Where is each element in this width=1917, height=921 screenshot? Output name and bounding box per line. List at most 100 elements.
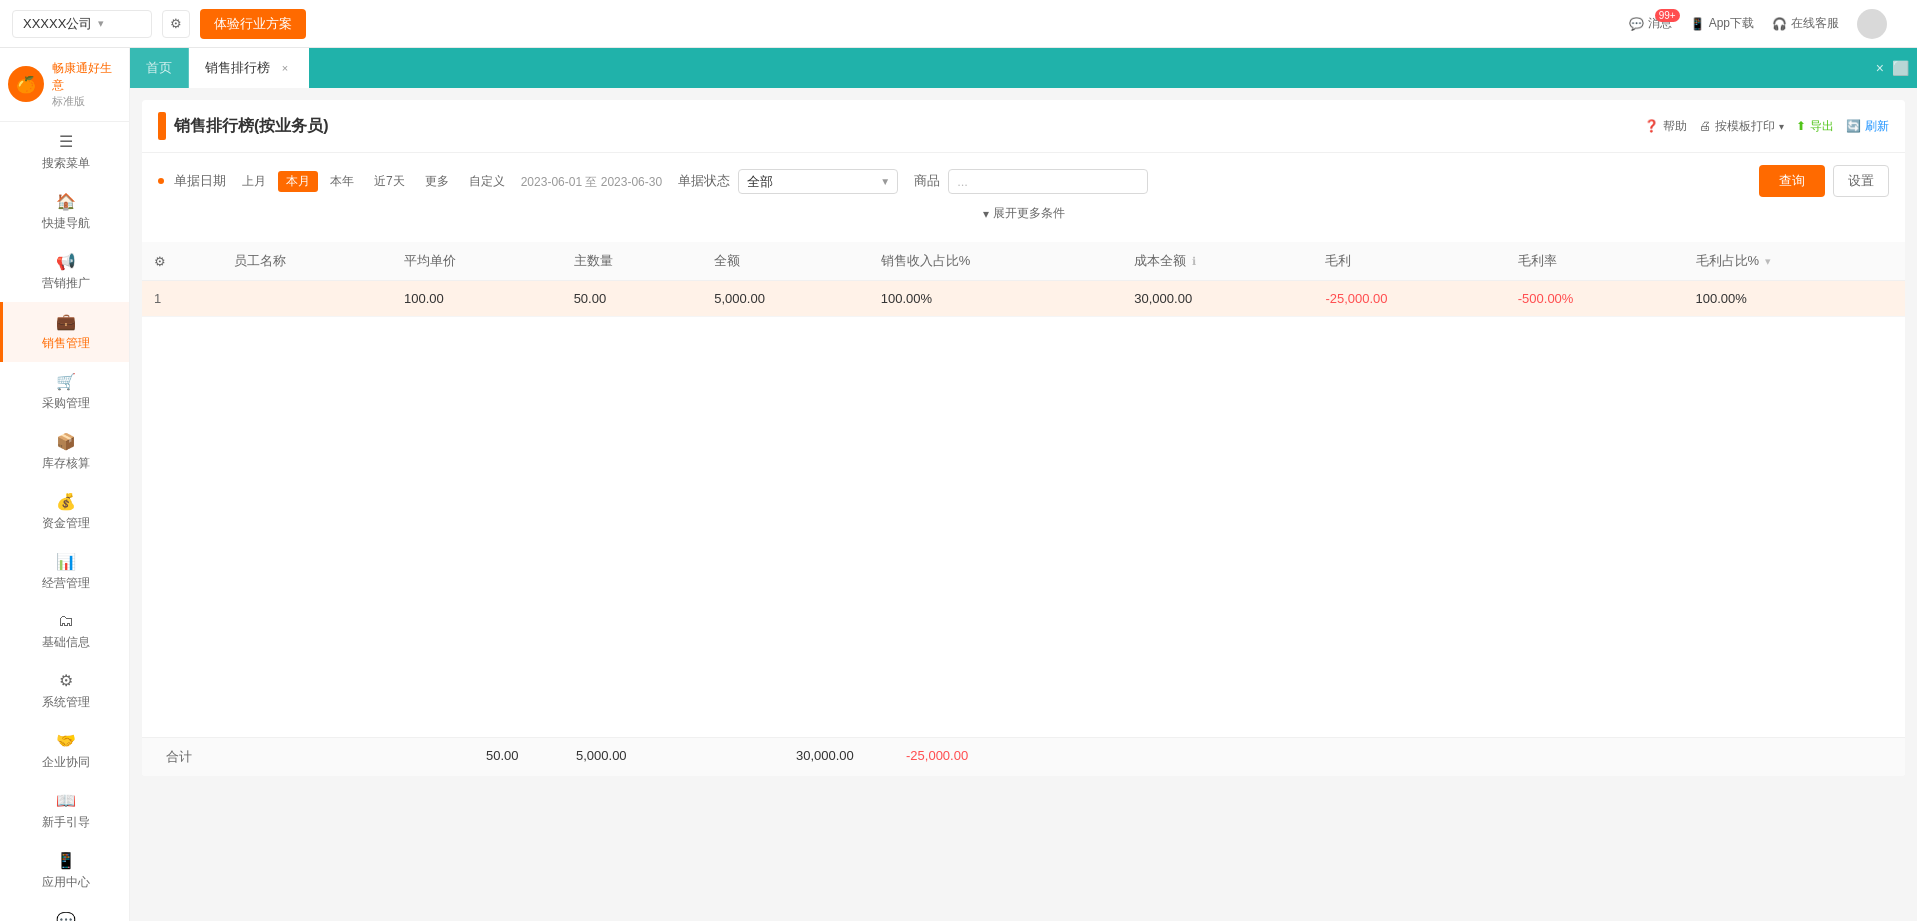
date-filter: 单据日期 上月 本月 本年 近7天 更多 自定义 xyxy=(158,171,662,192)
tab-active-label: 销售排行榜 xyxy=(205,59,270,77)
sidebar-item-label: 新手引导 xyxy=(42,814,90,831)
date-opt-custom[interactable]: 自定义 xyxy=(461,171,513,192)
sidebar-item-collab[interactable]: 🤝 企业协同 xyxy=(0,721,129,781)
collab-icon: 🤝 xyxy=(56,731,76,750)
sidebar-item-guide[interactable]: 📖 新手引导 xyxy=(0,781,129,841)
wechat-icon: 💬 xyxy=(56,911,76,921)
footer-cost: 30,000.00 xyxy=(796,748,854,763)
empty-area xyxy=(142,317,1905,737)
top-bar: XXXXX公司 ▾ ⚙ 体验行业方案 💬 消息 99+ 📱 App下载 🎧 在线… xyxy=(0,0,1917,48)
cell-gross-pct: 100.00% xyxy=(1684,281,1905,317)
help-button[interactable]: ❓ 帮助 xyxy=(1644,118,1687,135)
sidebar-item-label: 快捷导航 xyxy=(42,215,90,232)
online-service-btn[interactable]: 🎧 在线客服 xyxy=(1772,15,1839,32)
table-header: ⚙ 员工名称 平均单价 主数量 全额 销售收入占比% 成本全额 ℹ 毛利 毛利率 xyxy=(142,242,1905,281)
message-icon: 💬 xyxy=(1629,17,1644,31)
company-selector[interactable]: XXXXX公司 ▾ xyxy=(12,10,152,38)
footer-avg-price-cell xyxy=(374,748,474,766)
company-name: XXXXX公司 xyxy=(23,15,92,33)
refresh-icon: 🔄 xyxy=(1846,119,1861,133)
action-buttons: 查询 设置 xyxy=(1759,165,1889,197)
date-opt-current-month[interactable]: 本月 xyxy=(278,171,318,192)
sidebar-item-system[interactable]: ⚙ 系统管理 xyxy=(0,661,129,721)
chevron-down-icon: ▾ xyxy=(983,207,989,221)
status-select[interactable]: 全部 已审核 未审核 xyxy=(738,169,898,194)
message-badge: 99+ xyxy=(1655,9,1680,22)
mobile-icon: 📱 xyxy=(1690,17,1705,31)
marketing-icon: 📢 xyxy=(56,252,76,271)
cell-sales-pct: 100.00% xyxy=(869,281,1122,317)
cell-gross-rate: -500.00% xyxy=(1506,281,1684,317)
date-options: 上月 本月 本年 近7天 更多 自定义 xyxy=(234,171,513,192)
sidebar-item-sales[interactable]: 💼 销售管理 xyxy=(0,302,129,362)
app-download-btn[interactable]: 📱 App下载 xyxy=(1690,15,1754,32)
cell-cost: 30,000.00 xyxy=(1122,281,1313,317)
sidebar-item-label: 基础信息 xyxy=(42,634,90,651)
table-settings-button[interactable]: 设置 xyxy=(1833,165,1889,197)
goods-input[interactable]: ... xyxy=(948,169,1148,194)
sidebar-item-apps[interactable]: 📱 应用中心 xyxy=(0,841,129,901)
sidebar-item-business[interactable]: 📊 经营管理 xyxy=(0,542,129,602)
tab-home[interactable]: 首页 xyxy=(130,48,189,88)
date-opt-more[interactable]: 更多 xyxy=(417,171,457,192)
try-industry-button[interactable]: 体验行业方案 xyxy=(200,9,306,39)
export-icon: ⬆ xyxy=(1796,119,1806,133)
tab-home-label: 首页 xyxy=(146,59,172,77)
sidebar-item-basic[interactable]: 🗂 基础信息 xyxy=(0,602,129,661)
sidebar-item-finance[interactable]: 💰 资金管理 xyxy=(0,482,129,542)
tab-minimize-icon[interactable]: × xyxy=(1876,60,1884,76)
sidebar-item-label: 搜索菜单 xyxy=(42,155,90,172)
query-button[interactable]: 查询 xyxy=(1759,165,1825,197)
tab-sales-rank[interactable]: 销售排行榜 × xyxy=(189,48,309,88)
home-icon: 🏠 xyxy=(56,192,76,211)
filter-area: 单据日期 上月 本月 本年 近7天 更多 自定义 xyxy=(142,152,1905,242)
purchase-icon: 🛒 xyxy=(56,372,76,391)
message-btn[interactable]: 💬 消息 99+ xyxy=(1629,15,1672,32)
th-avg-price: 平均单价 xyxy=(392,242,562,281)
footer-amount-cell: 5,000.00 xyxy=(564,748,674,766)
sidebar-item-inventory[interactable]: 📦 库存核算 xyxy=(0,422,129,482)
data-table: ⚙ 员工名称 平均单价 主数量 全额 销售收入占比% 成本全额 ℹ 毛利 毛利率 xyxy=(142,242,1905,317)
cost-info-icon[interactable]: ℹ xyxy=(1192,255,1196,267)
table-settings-icon[interactable]: ⚙ xyxy=(154,254,166,269)
tab-bar: 首页 销售排行榜 × × ⬜ xyxy=(130,48,1917,88)
expand-more-btn[interactable]: ▾ 展开更多条件 xyxy=(158,197,1889,230)
refresh-button[interactable]: 🔄 刷新 xyxy=(1846,118,1889,135)
system-icon: ⚙ xyxy=(59,671,73,690)
sidebar-item-label: 销售管理 xyxy=(42,335,90,352)
sidebar-item-purchase[interactable]: 🛒 采购管理 xyxy=(0,362,129,422)
content-card: 销售排行榜(按业务员) ❓ 帮助 🖨 按模板打印 ▾ xyxy=(142,100,1905,776)
sidebar-item-marketing[interactable]: 📢 营销推广 xyxy=(0,242,129,302)
date-opt-7days[interactable]: 近7天 xyxy=(366,171,413,192)
headset-icon: 🎧 xyxy=(1772,17,1787,31)
goods-filter: 商品 ... xyxy=(914,169,1148,194)
sidebar-item-label: 资金管理 xyxy=(42,515,90,532)
print-icon: 🖨 xyxy=(1699,119,1711,133)
table-row: 1 100.00 50.00 5,000.00 100.00% 30,000.0… xyxy=(142,281,1905,317)
cell-amount: 5,000.00 xyxy=(702,281,869,317)
date-opt-current-year[interactable]: 本年 xyxy=(322,171,362,192)
header-row: ⚙ 员工名称 平均单价 主数量 全额 销售收入占比% 成本全额 ℹ 毛利 毛利率 xyxy=(142,242,1905,281)
tab-close-icon[interactable]: × xyxy=(278,61,292,75)
sidebar-item-search[interactable]: ☰ 搜索菜单 xyxy=(0,122,129,182)
print-button[interactable]: 🖨 按模板打印 ▾ xyxy=(1699,118,1784,135)
th-main-qty: 主数量 xyxy=(562,242,703,281)
footer-total-label: 合计 xyxy=(166,749,192,764)
footer-gross: -25,000.00 xyxy=(906,748,968,763)
brand-info: 畅康通好生意 标准版 xyxy=(52,60,121,109)
sidebar-item-quick-nav[interactable]: 🏠 快捷导航 xyxy=(0,182,129,242)
inventory-icon: 📦 xyxy=(56,432,76,451)
date-opt-last-month[interactable]: 上月 xyxy=(234,171,274,192)
settings-icon-btn[interactable]: ⚙ xyxy=(162,10,190,38)
sidebar-item-label: 应用中心 xyxy=(42,874,90,891)
cell-name xyxy=(222,281,392,317)
basic-icon: 🗂 xyxy=(58,612,74,630)
gross-pct-icon[interactable]: ▾ xyxy=(1765,255,1771,267)
main-area: 🍊 畅康通好生意 标准版 ☰ 搜索菜单 🏠 快捷导航 📢 营销 xyxy=(0,48,1917,921)
tab-maximize-icon[interactable]: ⬜ xyxy=(1892,60,1909,76)
sidebar-item-wechat[interactable]: 💬 企业微信 xyxy=(0,901,129,921)
avatar[interactable] xyxy=(1857,9,1887,39)
page-header: 销售排行榜(按业务员) ❓ 帮助 🖨 按模板打印 ▾ xyxy=(142,100,1905,152)
export-button[interactable]: ⬆ 导出 xyxy=(1796,118,1834,135)
footer-amount: 5,000.00 xyxy=(576,748,627,763)
